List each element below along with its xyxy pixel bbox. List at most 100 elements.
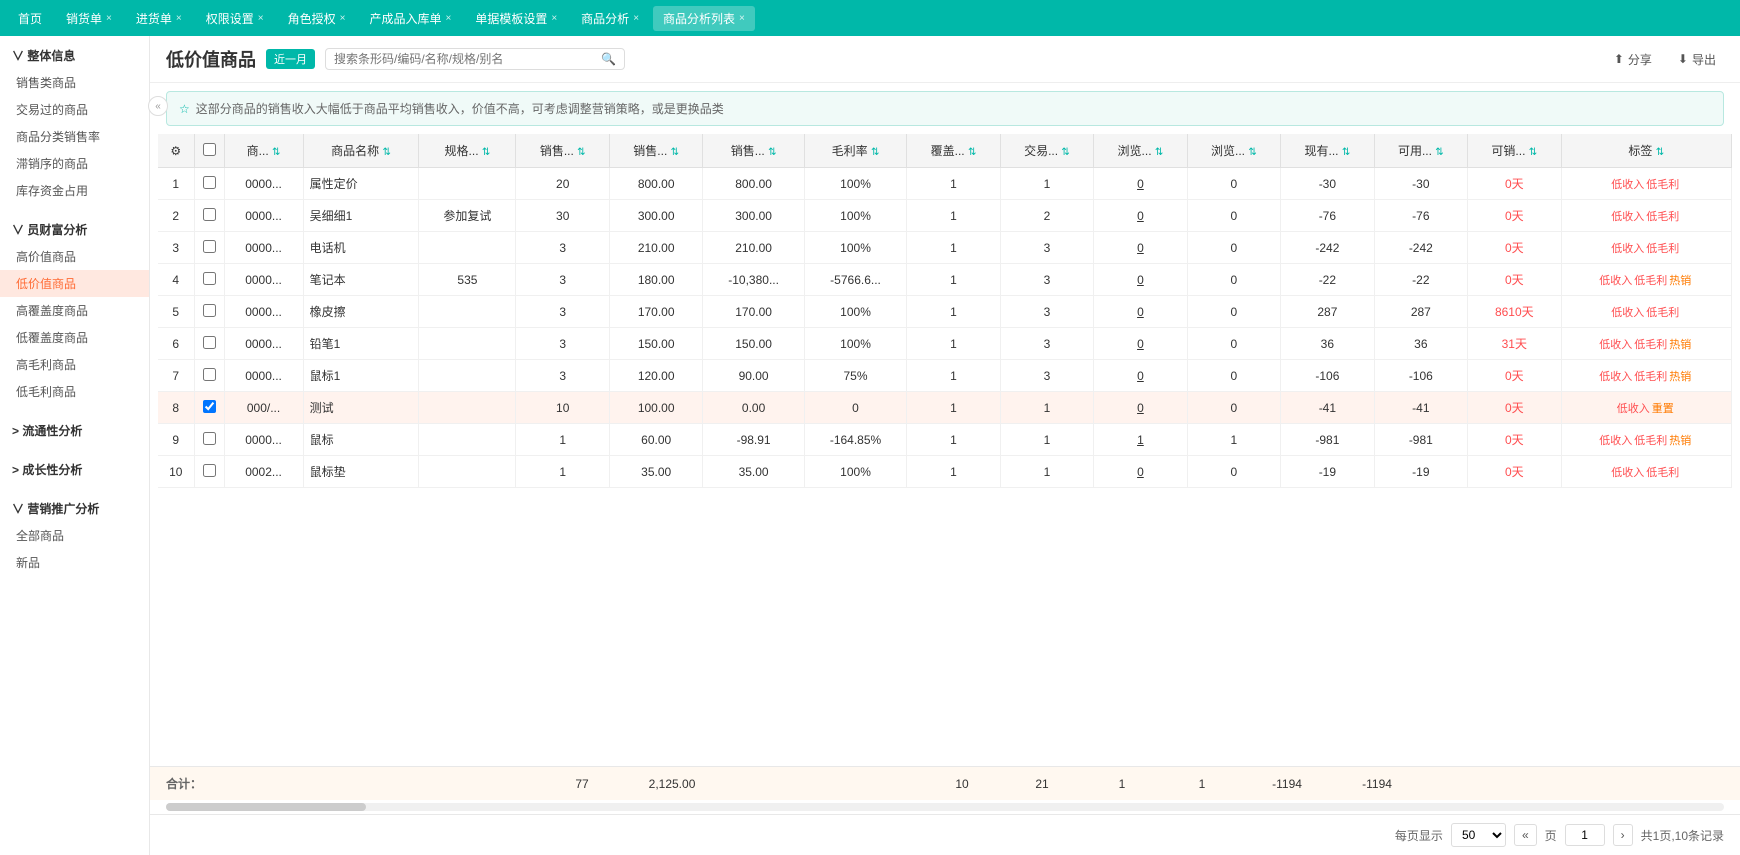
td-checkbox[interactable]	[194, 424, 224, 456]
th-settings[interactable]: ⚙	[158, 134, 194, 168]
td-checkbox[interactable]	[194, 456, 224, 488]
sidebar-group-overall-title[interactable]: ∨ 整体信息	[0, 42, 149, 69]
th-sales2[interactable]: 销售... ⇅	[609, 134, 702, 168]
nav-permissions[interactable]: 权限设置 ×	[196, 6, 274, 31]
th-name[interactable]: 商品名称 ⇅	[303, 134, 419, 168]
row-checkbox[interactable]	[203, 336, 216, 349]
nav-sales-order[interactable]: 销货单 ×	[56, 6, 122, 31]
nav-role-auth[interactable]: 角色授权 ×	[278, 6, 356, 31]
nav-product-analysis-list[interactable]: 商品分析列表 ×	[653, 6, 755, 31]
th-spec[interactable]: 规格... ⇅	[419, 134, 516, 168]
th-sellable-stock[interactable]: 可销... ⇅	[1468, 134, 1561, 168]
period-tag-button[interactable]: 近一月	[266, 49, 315, 69]
row-checkbox[interactable]	[203, 400, 216, 413]
sidebar-item-category-sales-rate[interactable]: 商品分类销售率	[0, 123, 149, 150]
th-sales1[interactable]: 销售... ⇅	[516, 134, 609, 168]
sidebar-item-high-value[interactable]: 高价值商品	[0, 243, 149, 270]
close-icon[interactable]: ×	[176, 13, 182, 24]
td-col7[interactable]: 0	[1094, 392, 1187, 424]
row-checkbox[interactable]	[203, 464, 216, 477]
td-col7[interactable]: 0	[1094, 168, 1187, 200]
td-col7[interactable]: 0	[1094, 360, 1187, 392]
row-checkbox[interactable]	[203, 240, 216, 253]
th-browse1[interactable]: 浏览... ⇅	[1094, 134, 1187, 168]
nav-purchase-order[interactable]: 进货单 ×	[126, 6, 192, 31]
close-icon[interactable]: ×	[445, 13, 451, 24]
sidebar-item-high-coverage[interactable]: 高覆盖度商品	[0, 297, 149, 324]
th-margin[interactable]: 毛利率 ⇅	[804, 134, 906, 168]
select-all-checkbox[interactable]	[203, 143, 216, 156]
td-checkbox[interactable]	[194, 264, 224, 296]
td-checkbox[interactable]	[194, 360, 224, 392]
sidebar-item-sales-products[interactable]: 销售类商品	[0, 69, 149, 96]
td-col7[interactable]: 0	[1094, 296, 1187, 328]
th-browse2[interactable]: 浏览... ⇅	[1187, 134, 1280, 168]
row-checkbox[interactable]	[203, 432, 216, 445]
horizontal-scrollbar-thumb[interactable]	[166, 803, 366, 811]
th-trade[interactable]: 交易... ⇅	[1000, 134, 1093, 168]
close-icon[interactable]: ×	[258, 13, 264, 24]
sidebar-item-low-margin[interactable]: 低毛利商品	[0, 378, 149, 405]
close-icon[interactable]: ×	[340, 13, 346, 24]
close-icon[interactable]: ×	[106, 13, 112, 24]
sidebar-collapse-button[interactable]: «	[148, 96, 168, 116]
row-checkbox[interactable]	[203, 208, 216, 221]
sidebar-item-new-products[interactable]: 新品	[0, 549, 149, 576]
th-coverage[interactable]: 覆盖... ⇅	[907, 134, 1000, 168]
search-icon[interactable]: 🔍	[601, 52, 616, 66]
td-col7[interactable]: 0	[1094, 264, 1187, 296]
th-checkbox[interactable]	[194, 134, 224, 168]
td-col7[interactable]: 0	[1094, 200, 1187, 232]
nav-product-analysis[interactable]: 商品分析 ×	[571, 6, 649, 31]
th-sales3[interactable]: 销售... ⇅	[703, 134, 804, 168]
td-checkbox[interactable]	[194, 296, 224, 328]
sidebar-item-slow-products[interactable]: 滞销序的商品	[0, 150, 149, 177]
td-col7[interactable]: 1	[1094, 424, 1187, 456]
horizontal-scrollbar-track[interactable]	[166, 803, 1724, 811]
next-page-button[interactable]: ›	[1613, 824, 1633, 846]
td-checkbox[interactable]	[194, 232, 224, 264]
first-page-button[interactable]: «	[1514, 824, 1537, 846]
nav-home[interactable]: 首页	[8, 6, 52, 31]
td-checkbox[interactable]	[194, 168, 224, 200]
th-available-stock[interactable]: 可用... ⇅	[1374, 134, 1467, 168]
row-checkbox[interactable]	[203, 304, 216, 317]
td-checkbox[interactable]	[194, 200, 224, 232]
close-icon[interactable]: ×	[551, 13, 557, 24]
search-box[interactable]: 🔍	[325, 48, 625, 70]
td-checkbox[interactable]	[194, 328, 224, 360]
sidebar-item-low-value[interactable]: 低价值商品	[0, 270, 149, 297]
sidebar-item-traded-products[interactable]: 交易过的商品	[0, 96, 149, 123]
search-input[interactable]	[334, 52, 597, 66]
export-button[interactable]: ⬇ 导出	[1670, 47, 1724, 72]
td-col7[interactable]: 0	[1094, 328, 1187, 360]
close-icon[interactable]: ×	[739, 13, 745, 24]
sidebar-group-marketing-title[interactable]: ∨ 营销推广分析	[0, 495, 149, 522]
table-container[interactable]: ⚙ 商... ⇅ 商品名称 ⇅ 规格... ⇅ 销售... ⇅ 销售... ⇅ …	[158, 134, 1732, 766]
th-tags[interactable]: 标签 ⇅	[1561, 134, 1731, 168]
row-checkbox[interactable]	[203, 176, 216, 189]
th-current-stock[interactable]: 现有... ⇅	[1281, 134, 1374, 168]
td-col10: -242	[1374, 232, 1467, 264]
td-checkbox[interactable]	[194, 392, 224, 424]
share-button[interactable]: ⬆ 分享	[1606, 47, 1660, 72]
nav-product-stock[interactable]: 产成品入库单 ×	[359, 6, 461, 31]
th-code[interactable]: 商... ⇅	[224, 134, 303, 168]
page-size-select[interactable]: 50 100 200	[1451, 823, 1506, 847]
sidebar-item-low-coverage[interactable]: 低覆盖度商品	[0, 324, 149, 351]
page-number-input[interactable]	[1565, 824, 1605, 846]
sidebar-group-flow-title[interactable]: > 流通性分析	[0, 417, 149, 444]
sidebar-item-high-margin[interactable]: 高毛利商品	[0, 351, 149, 378]
sidebar-group-finance-title[interactable]: ∨ 员财富分析	[0, 216, 149, 243]
row-checkbox[interactable]	[203, 368, 216, 381]
td-col7[interactable]: 0	[1094, 232, 1187, 264]
nav-template[interactable]: 单据模板设置 ×	[465, 6, 567, 31]
close-icon[interactable]: ×	[633, 13, 639, 24]
td-col7[interactable]: 0	[1094, 456, 1187, 488]
sidebar-item-all-products[interactable]: 全部商品	[0, 522, 149, 549]
row-checkbox[interactable]	[203, 272, 216, 285]
sidebar-item-inventory-capital[interactable]: 库存资金占用	[0, 177, 149, 204]
total-info: 共1页,10条记录	[1641, 827, 1724, 844]
sidebar-group-growth-title[interactable]: > 成长性分析	[0, 456, 149, 483]
scrollbar-area[interactable]	[150, 800, 1740, 814]
